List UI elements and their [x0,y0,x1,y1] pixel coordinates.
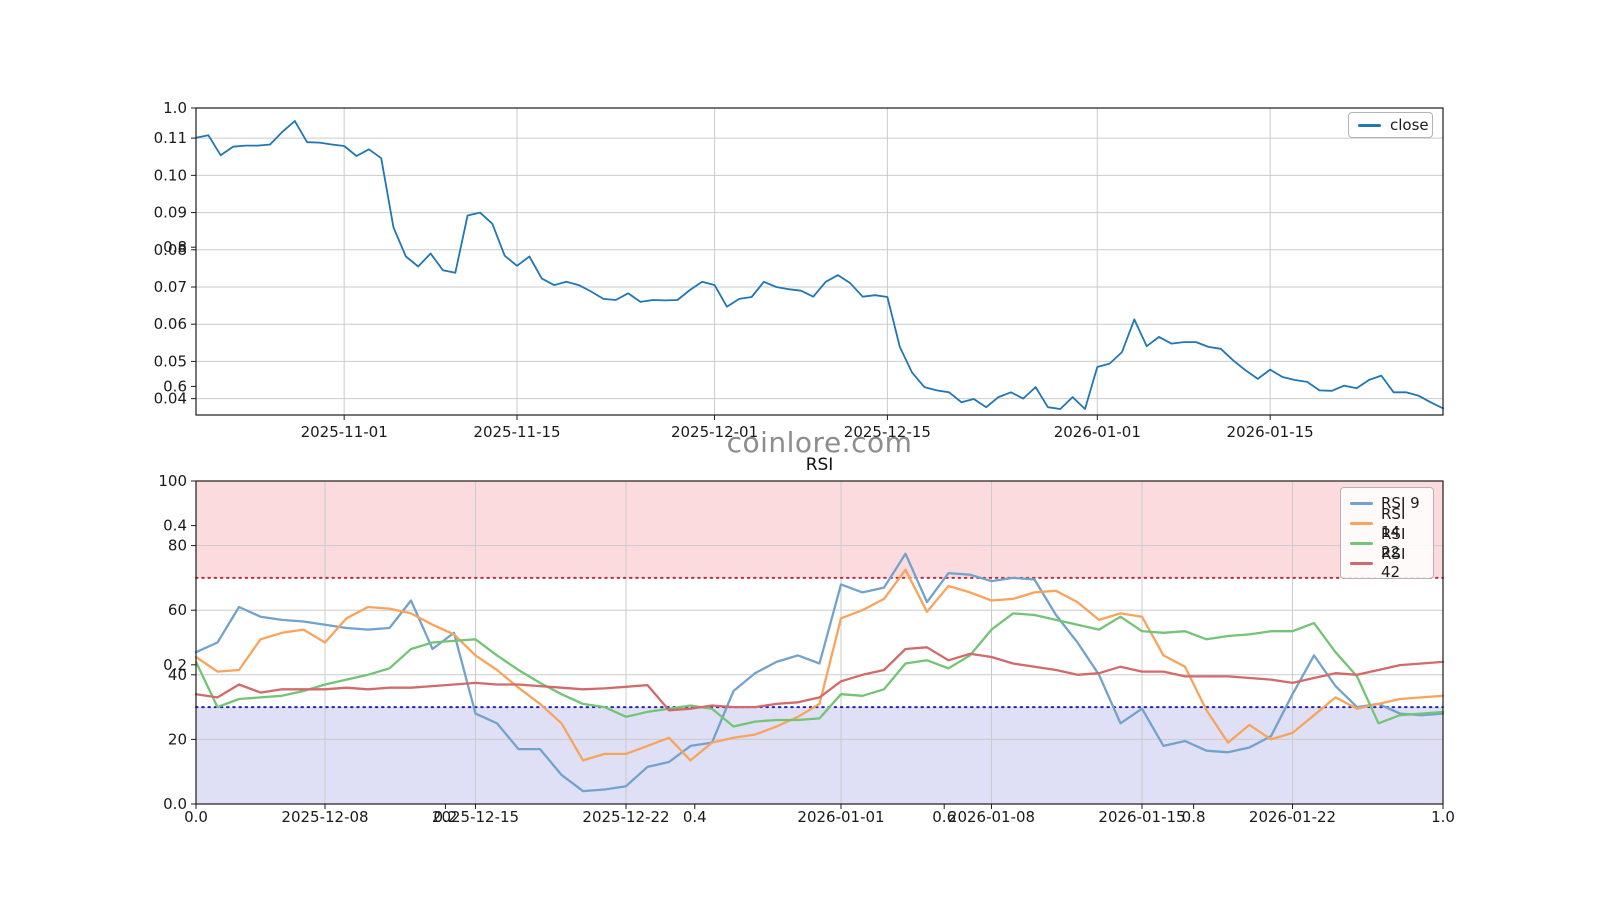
price-y-tick-label: 0.05 [154,352,187,370]
legend-line-sample [1350,561,1373,565]
legend-line-sample [1350,521,1373,525]
overlay-y-tick-label: 0.6 [163,377,187,395]
price-y-tick-label: 0.10 [154,166,187,184]
rsi-y-tick-label: 60 [168,601,187,619]
rsi-x-tick-label: 2026-01-01 [797,808,884,826]
overlay-y-tick-label: 1.0 [163,99,187,117]
price-plot-border [195,107,1444,416]
overlay-x-tick-label: 0.4 [683,808,707,826]
oversold-band [196,707,1443,804]
overlay-x-tick-label: 0.0 [184,808,208,826]
rsi-x-tick-label: 2025-12-08 [281,808,368,826]
overlay-x-tick-label: 0.6 [932,808,956,826]
close-line-sample [1358,123,1381,127]
rsi-y-tick-label: 80 [168,537,187,555]
overlay-y-tick-label: 0.8 [163,238,187,256]
rsi-x-tick-label: 2026-01-08 [948,808,1035,826]
rsi-x-tick-label: 2025-12-22 [582,808,669,826]
rsi-legend-item: RSI 42 [1350,545,1424,581]
overlay-y-tick-label: 0.4 [163,517,187,535]
rsi-section-title: RSI [805,455,834,475]
rsi-y-tick-label: 100 [158,472,187,490]
overlay-x-tick-label: 0.8 [1182,808,1206,826]
overlay-x-tick-label: 1.0 [1431,808,1455,826]
price-y-tick-label: 0.06 [154,315,187,333]
overbought-band [196,481,1443,578]
close-line [195,120,1444,410]
overlay-y-tick-label: 0.2 [163,656,187,674]
price-legend-label: close [1390,116,1429,134]
price-y-tick-label: 0.07 [154,278,187,296]
legend-line-sample [1350,541,1373,545]
rsi-legend: RSI 9 RSI 14 RSI 22 RSI 42 [1340,487,1434,581]
legend-line-sample [1350,501,1373,505]
rsi-legend-label: RSI 42 [1381,545,1406,581]
rsi-x-tick-label: 2026-01-15 [1098,808,1185,826]
price-y-tick-label: 0.11 [154,129,187,147]
price-y-tick-label: 0.09 [154,204,187,222]
price-legend: close [1348,112,1433,138]
overlay-x-tick-label: 0.2 [433,808,457,826]
rsi-y-tick-label: 20 [168,730,187,748]
rsi-x-tick-label: 2026-01-22 [1249,808,1336,826]
chart-figure: 0.11 0.10 0.09 0.08 0.07 0.06 0.05 0.04 2025-11-… [0,0,1600,900]
